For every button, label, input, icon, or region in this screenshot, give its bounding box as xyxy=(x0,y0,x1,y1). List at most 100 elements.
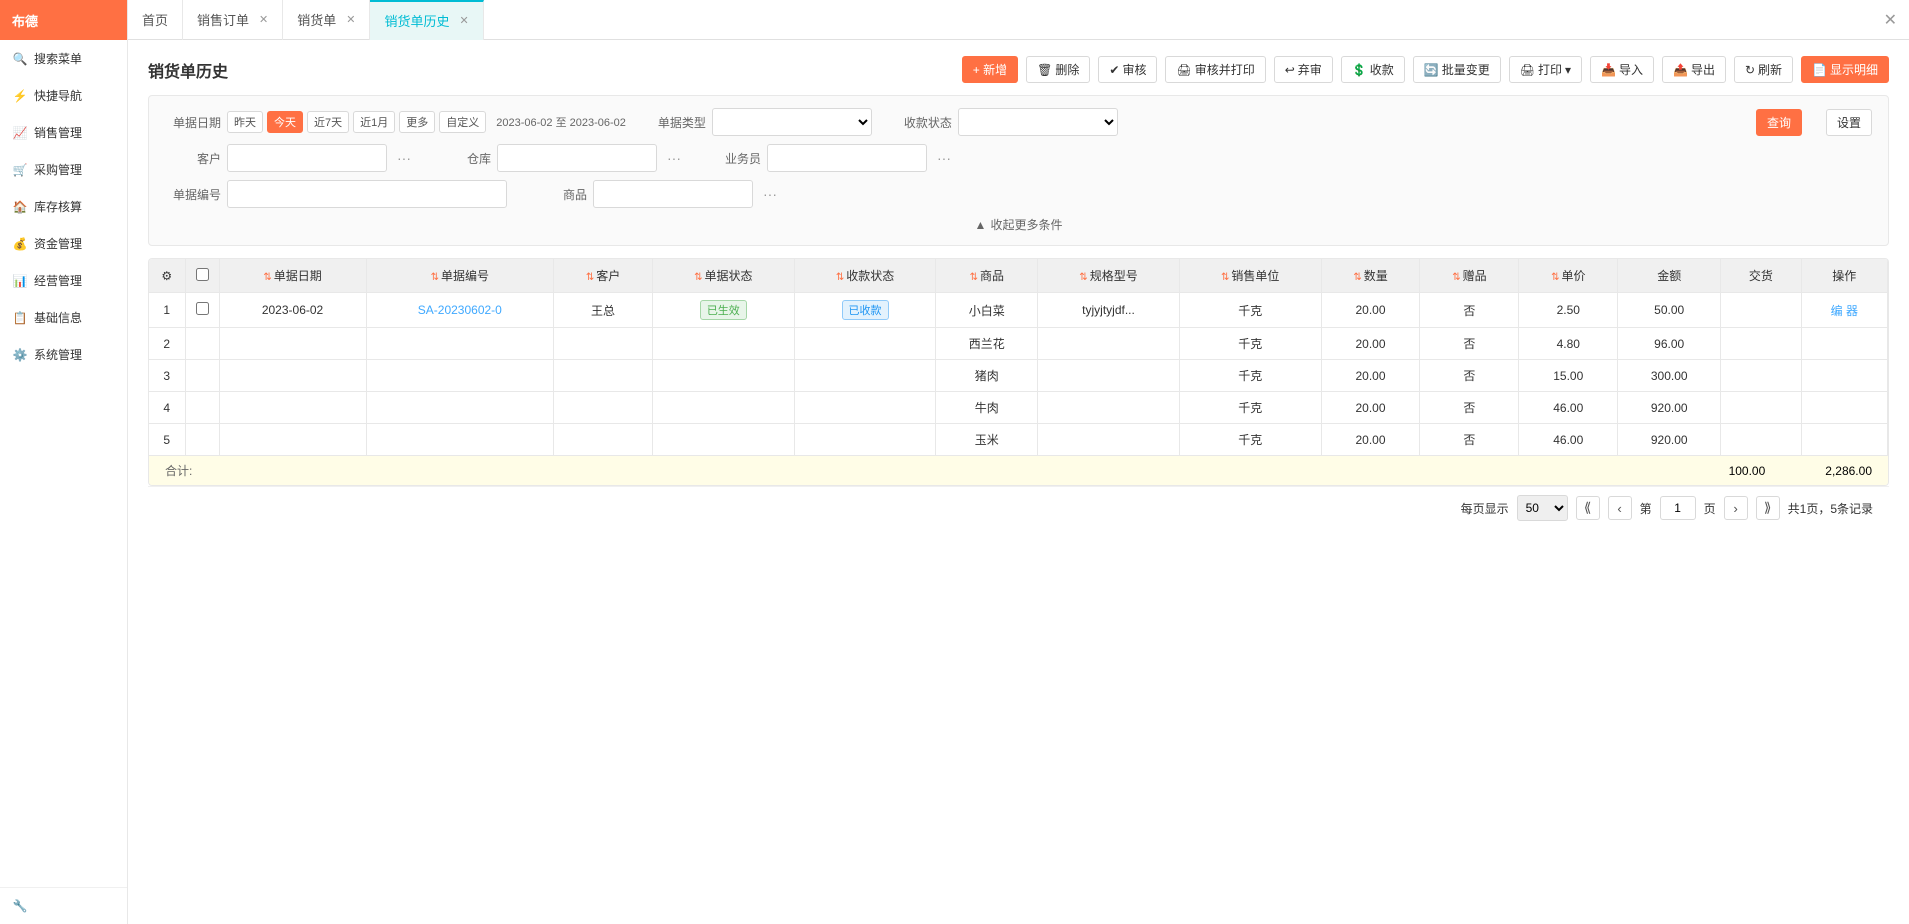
tab-sales-order-close[interactable]: ✕ xyxy=(259,13,268,26)
tab-sales-goods[interactable]: 销货单 ✕ xyxy=(283,0,370,40)
date-btn-yesterday[interactable]: 昨天 xyxy=(227,111,263,133)
date-btn-more[interactable]: 更多 xyxy=(399,111,435,133)
cell-trade xyxy=(1721,360,1801,392)
goods-ellipsis-btn[interactable]: ··· xyxy=(763,186,777,202)
sidebar-item-search-menu[interactable]: 🔍 搜索菜单 xyxy=(0,40,127,77)
cell-doc-status xyxy=(652,424,794,456)
col-gift[interactable]: ⇅赠品 xyxy=(1420,259,1519,293)
sidebar-item-sales-mgmt[interactable]: 📈 销售管理 xyxy=(0,114,127,151)
total-qty: 100.00 xyxy=(1729,464,1766,478)
tab-close-all-button[interactable]: ✕ xyxy=(1872,10,1909,30)
sidebar-bottom: 🔧 xyxy=(0,887,127,924)
cell-qty: 20.00 xyxy=(1321,328,1420,360)
page-size-select[interactable]: 50 100 200 xyxy=(1517,495,1568,521)
next-page-button[interactable]: › xyxy=(1724,496,1748,520)
tab-sales-history-label: 销货单历史 xyxy=(384,11,449,30)
cell-doc-no xyxy=(366,424,554,456)
page-number-input[interactable] xyxy=(1660,496,1696,520)
sort-doc-status-icon: ⇅ xyxy=(694,272,702,283)
last-page-button[interactable]: ⟫ xyxy=(1756,496,1780,520)
filter-warehouse-item: 仓库 ··· xyxy=(435,144,681,172)
date-btn-7days[interactable]: 近7天 xyxy=(307,111,349,133)
collect-icon: 💲 xyxy=(1352,63,1367,77)
filter-warehouse-input[interactable] xyxy=(497,144,657,172)
filter-staff-input[interactable] xyxy=(767,144,927,172)
staff-ellipsis-btn[interactable]: ··· xyxy=(937,150,951,166)
delete-button[interactable]: 🗑 删除 xyxy=(1026,56,1090,83)
cell-customer xyxy=(554,360,653,392)
tab-sales-goods-close[interactable]: ✕ xyxy=(346,13,355,26)
date-btn-today[interactable]: 今天 xyxy=(267,111,303,133)
col-sales-unit[interactable]: ⇅销售单位 xyxy=(1179,259,1321,293)
customer-ellipsis-btn[interactable]: ··· xyxy=(397,150,411,166)
sidebar-item-basic-info[interactable]: 📋 基础信息 xyxy=(0,299,127,336)
batch-change-button[interactable]: 🔄 批量变更 xyxy=(1413,56,1501,83)
warehouse-ellipsis-btn[interactable]: ··· xyxy=(667,150,681,166)
cell-doc-status xyxy=(652,360,794,392)
col-settings[interactable]: ⚙ xyxy=(149,259,185,293)
cell-customer: 王总 xyxy=(554,293,653,328)
row-checkbox[interactable] xyxy=(196,302,209,315)
new-button[interactable]: + 新增 xyxy=(962,56,1018,83)
col-goods[interactable]: ⇅商品 xyxy=(936,259,1038,293)
more-link[interactable]: 器 xyxy=(1846,304,1858,318)
sidebar-item-finance[interactable]: 💰 资金管理 xyxy=(0,225,127,262)
collapse-arrow-icon: ▲ xyxy=(975,218,987,232)
collapse-button[interactable]: ▲ 收起更多条件 xyxy=(165,216,1872,233)
export-button[interactable]: 📤 导出 xyxy=(1662,56,1726,83)
import-button[interactable]: 📥 导入 xyxy=(1590,56,1654,83)
edit-link[interactable]: 编 xyxy=(1831,304,1843,318)
col-doc-status[interactable]: ⇅单据状态 xyxy=(652,259,794,293)
tab-sales-history[interactable]: 销货单历史 ✕ xyxy=(370,0,483,40)
print-label: 打印 xyxy=(1538,61,1562,78)
sidebar-item-quick-nav[interactable]: ⚡ 快捷导航 xyxy=(0,77,127,114)
select-all-checkbox[interactable] xyxy=(196,268,209,281)
audit-button[interactable]: ✔ 审核 xyxy=(1098,56,1157,83)
doc-no-link[interactable]: SA-20230602-0 xyxy=(418,303,502,317)
cell-unit-price: 4.80 xyxy=(1519,328,1618,360)
cell-doc-no xyxy=(366,360,554,392)
show-detail-button[interactable]: 📄 显示明细 xyxy=(1801,56,1889,83)
date-btn-custom[interactable]: 自定义 xyxy=(439,111,486,133)
filter-goods-input[interactable] xyxy=(593,180,753,208)
table-row: 1 2023-06-02 SA-20230602-0 王总 已生效 已收款 小白… xyxy=(149,293,1888,328)
sidebar-item-operations[interactable]: 📊 经营管理 xyxy=(0,262,127,299)
sidebar-item-settings[interactable]: 🔧 xyxy=(0,888,127,924)
cell-collect-status xyxy=(794,392,936,424)
cell-doc-status xyxy=(652,328,794,360)
settings-button[interactable]: 设置 xyxy=(1826,109,1872,136)
tab-sales-order[interactable]: 销售订单 ✕ xyxy=(183,0,283,40)
refresh-button[interactable]: ↻ 刷新 xyxy=(1734,56,1793,83)
print-button[interactable]: 🖨 打印 ▾ xyxy=(1509,56,1582,83)
col-customer[interactable]: ⇅客户 xyxy=(554,259,653,293)
cell-action xyxy=(1801,424,1887,456)
data-table-container: ⚙ ⇅单据日期 ⇅单据编号 ⇅客户 ⇅单据状态 ⇅收款状态 ⇅商品 ⇅规格型号 … xyxy=(148,258,1889,486)
prev-page-button[interactable]: ‹ xyxy=(1608,496,1632,520)
cell-amount: 96.00 xyxy=(1618,328,1721,360)
col-spec[interactable]: ⇅规格型号 xyxy=(1038,259,1180,293)
tab-home[interactable]: 首页 xyxy=(128,0,183,40)
filter-customer-input[interactable] xyxy=(227,144,387,172)
cell-checkbox xyxy=(185,424,219,456)
filter-doc-type-select[interactable] xyxy=(712,108,872,136)
first-page-button[interactable]: ⟪ xyxy=(1576,496,1600,520)
filter-collect-status-select[interactable] xyxy=(958,108,1118,136)
audit-print-button[interactable]: 🖨 审核并打印 xyxy=(1165,56,1265,83)
col-doc-no[interactable]: ⇅单据编号 xyxy=(366,259,554,293)
sidebar-item-purchase-mgmt[interactable]: 🛒 采购管理 xyxy=(0,151,127,188)
col-doc-date[interactable]: ⇅单据日期 xyxy=(219,259,366,293)
tab-sales-history-close[interactable]: ✕ xyxy=(460,14,469,27)
sidebar-item-inventory[interactable]: 🏠 库存核算 xyxy=(0,188,127,225)
collect-button[interactable]: 💲 收款 xyxy=(1341,56,1405,83)
sidebar-item-sys-mgmt[interactable]: ⚙️ 系统管理 xyxy=(0,336,127,373)
abandon-button[interactable]: ↩ 弃审 xyxy=(1274,56,1333,83)
sidebar-item-label: 销售管理 xyxy=(34,124,82,141)
date-btn-1month[interactable]: 近1月 xyxy=(353,111,395,133)
col-unit-price[interactable]: ⇅单价 xyxy=(1519,259,1618,293)
col-collect-status[interactable]: ⇅收款状态 xyxy=(794,259,936,293)
query-button[interactable]: 查询 xyxy=(1756,109,1802,136)
filter-doc-no-input[interactable] xyxy=(227,180,507,208)
cell-row-no: 2 xyxy=(149,328,185,360)
col-qty[interactable]: ⇅数量 xyxy=(1321,259,1420,293)
cell-trade xyxy=(1721,424,1801,456)
